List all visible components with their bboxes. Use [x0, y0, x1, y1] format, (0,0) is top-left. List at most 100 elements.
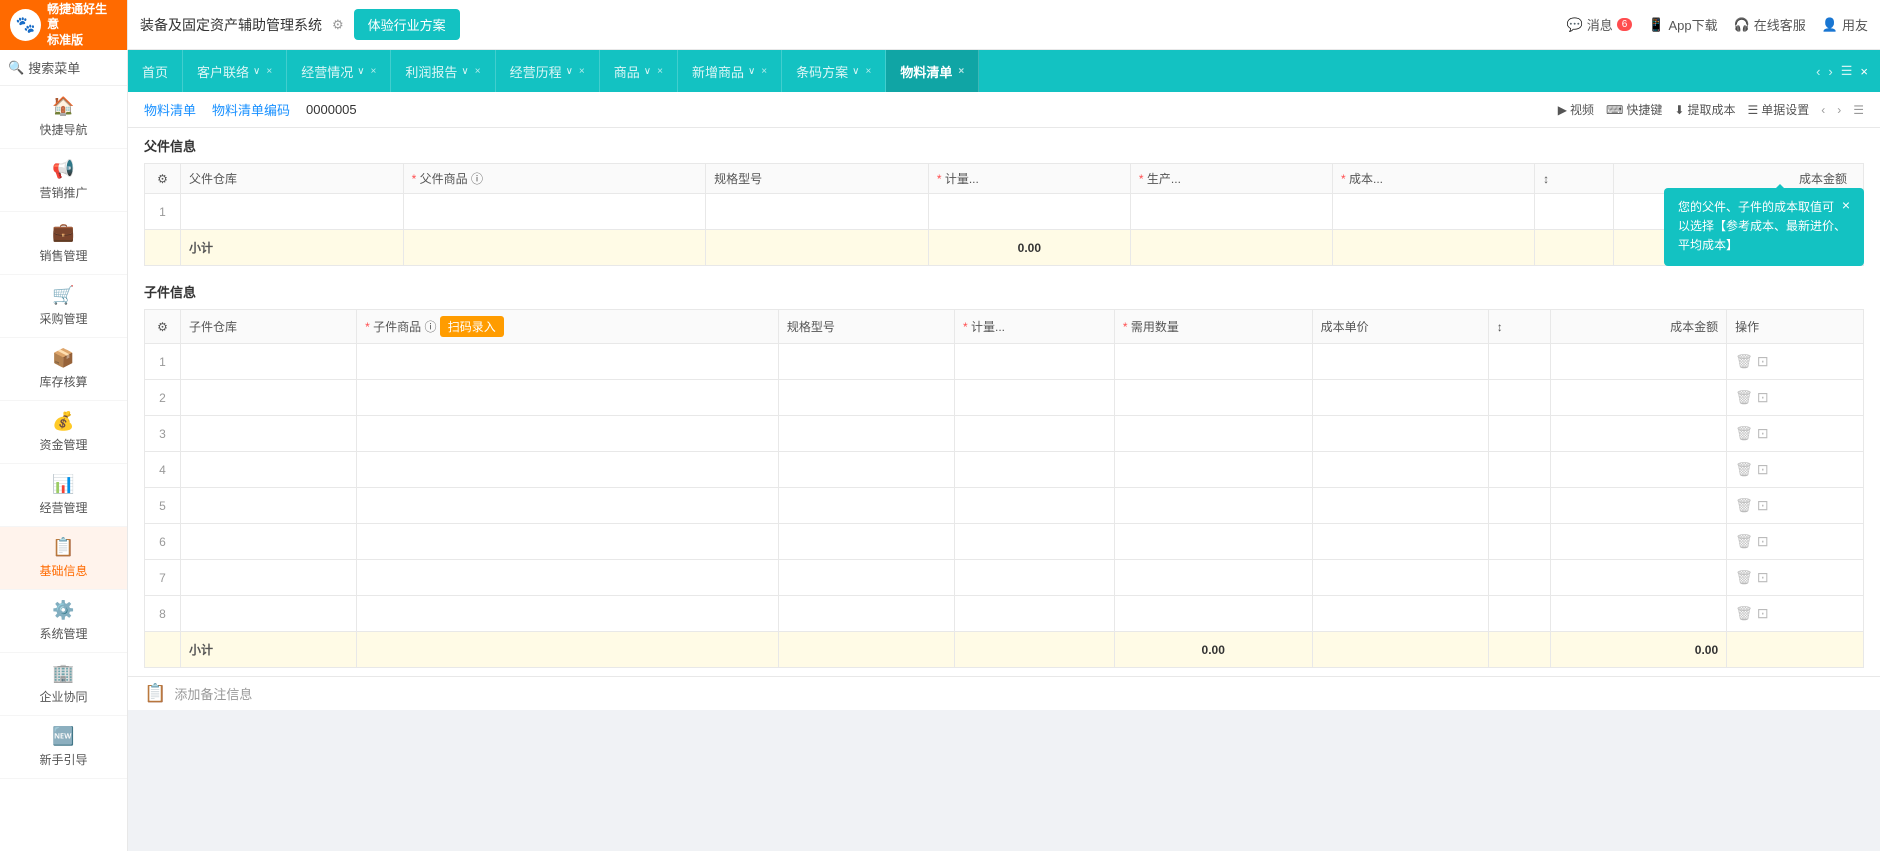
shortcut-button[interactable]: ⌨ 快捷键 [1606, 101, 1662, 118]
list-view-button[interactable]: ☰ [1853, 103, 1864, 117]
child-goods-4[interactable] [357, 452, 779, 488]
extract-cost-button[interactable]: ⬇ 提取成本 [1674, 101, 1735, 118]
copy-icon-7[interactable]: ⊡ [1757, 569, 1769, 586]
child-unit-7[interactable] [954, 560, 1114, 596]
child-needed-qty-5[interactable] [1114, 488, 1312, 524]
tab-goods[interactable]: 商品 ∨ × [600, 50, 678, 92]
child-cost-price-3[interactable] [1312, 416, 1488, 452]
copy-icon-2[interactable]: ⊡ [1757, 389, 1769, 406]
child-unit-4[interactable] [954, 452, 1114, 488]
parent-unit-cell[interactable] [928, 194, 1130, 230]
settings-icon[interactable]: ⚙ [332, 17, 344, 33]
child-spec-2[interactable] [778, 380, 954, 416]
tab-operation-history-close[interactable]: × [579, 66, 585, 77]
tab-home[interactable]: 首页 [128, 50, 183, 92]
child-unit-1[interactable] [954, 344, 1114, 380]
child-goods-1[interactable] [357, 344, 779, 380]
child-goods-5[interactable] [357, 488, 779, 524]
parent-spec-cell[interactable] [706, 194, 929, 230]
copy-icon-5[interactable]: ⊡ [1757, 497, 1769, 514]
tab-operation-status[interactable]: 经营情况 ∨ × [287, 50, 391, 92]
copy-icon-8[interactable]: ⊡ [1757, 605, 1769, 622]
sidebar-item-basic[interactable]: 📋 基础信息 [0, 527, 127, 590]
tab-customers-close[interactable]: × [266, 66, 272, 77]
child-warehouse-7[interactable] [181, 560, 357, 596]
message-button[interactable]: 💬 消息 6 [1567, 15, 1633, 34]
nav-prev-button[interactable]: ‹ [1821, 103, 1825, 117]
sidebar-item-operation[interactable]: 📊 经营管理 [0, 464, 127, 527]
child-needed-qty-4[interactable] [1114, 452, 1312, 488]
child-warehouse-1[interactable] [181, 344, 357, 380]
sidebar-item-inventory[interactable]: 📦 库存核算 [0, 338, 127, 401]
single-settings-button[interactable]: ☰ 单据设置 [1747, 101, 1809, 118]
child-spec-6[interactable] [778, 524, 954, 560]
tab-add-goods[interactable]: 新增商品 ∨ × [678, 50, 782, 92]
child-spec-7[interactable] [778, 560, 954, 596]
child-goods-3[interactable] [357, 416, 779, 452]
parent-production-cell[interactable] [1130, 194, 1332, 230]
user-button[interactable]: 👤 用友 [1822, 15, 1868, 34]
delete-icon-2[interactable]: 🗑 [1735, 389, 1753, 406]
child-unit-3[interactable] [954, 416, 1114, 452]
sidebar-item-marketing[interactable]: 📢 营销推广 [0, 149, 127, 212]
try-industry-button[interactable]: 体验行业方案 [354, 9, 460, 40]
add-note-label[interactable]: 添加备注信息 [174, 684, 252, 703]
child-goods-7[interactable] [357, 560, 779, 596]
sidebar-item-guide[interactable]: 🆕 新手引导 [0, 716, 127, 779]
child-spec-8[interactable] [778, 596, 954, 632]
child-unit-6[interactable] [954, 524, 1114, 560]
search-menu[interactable]: 🔍 搜索菜单 [0, 50, 127, 86]
child-spec-1[interactable] [778, 344, 954, 380]
scan-input-button[interactable]: 扫码录入 [440, 316, 504, 337]
child-warehouse-4[interactable] [181, 452, 357, 488]
tab-barcode-close[interactable]: × [865, 66, 871, 77]
parent-warehouse-cell[interactable] [181, 194, 404, 230]
child-cost-price-1[interactable] [1312, 344, 1488, 380]
tab-close-all[interactable]: × [1856, 64, 1872, 79]
child-goods-6[interactable] [357, 524, 779, 560]
child-unit-5[interactable] [954, 488, 1114, 524]
tab-customers[interactable]: 客户联络 ∨ × [183, 50, 287, 92]
tab-add-goods-close[interactable]: × [761, 66, 767, 77]
child-cost-price-2[interactable] [1312, 380, 1488, 416]
delete-icon-3[interactable]: 🗑 [1735, 425, 1753, 442]
delete-icon-1[interactable]: 🗑 [1735, 353, 1753, 370]
child-warehouse-2[interactable] [181, 380, 357, 416]
sidebar-item-sales[interactable]: 💼 销售管理 [0, 212, 127, 275]
sidebar-item-finance[interactable]: 💰 资金管理 [0, 401, 127, 464]
copy-icon-4[interactable]: ⊡ [1757, 461, 1769, 478]
child-cost-price-5[interactable] [1312, 488, 1488, 524]
child-cost-price-6[interactable] [1312, 524, 1488, 560]
child-unit-8[interactable] [954, 596, 1114, 632]
tab-profit-report[interactable]: 利润报告 ∨ × [391, 50, 495, 92]
tab-nav-next[interactable]: › [1824, 64, 1836, 79]
child-needed-qty-8[interactable] [1114, 596, 1312, 632]
child-spec-3[interactable] [778, 416, 954, 452]
tab-goods-close[interactable]: × [657, 66, 663, 77]
delete-icon-7[interactable]: 🗑 [1735, 569, 1753, 586]
delete-icon-6[interactable]: 🗑 [1735, 533, 1753, 550]
child-warehouse-8[interactable] [181, 596, 357, 632]
tab-menu-icon[interactable]: ☰ [1837, 63, 1857, 79]
tab-bom[interactable]: 物料清单 × [886, 50, 979, 92]
child-cost-price-7[interactable] [1312, 560, 1488, 596]
tab-profit-close[interactable]: × [475, 66, 481, 77]
child-needed-qty-2[interactable] [1114, 380, 1312, 416]
child-needed-qty-1[interactable] [1114, 344, 1312, 380]
child-th-settings[interactable]: ⚙ [145, 310, 181, 344]
parent-goods-cell[interactable] [403, 194, 706, 230]
child-warehouse-3[interactable] [181, 416, 357, 452]
view-button[interactable]: ▶ 视频 [1558, 101, 1594, 118]
copy-icon-1[interactable]: ⊡ [1757, 353, 1769, 370]
child-cost-price-8[interactable] [1312, 596, 1488, 632]
online-service-button[interactable]: 🎧 在线客服 [1734, 15, 1806, 34]
sidebar-item-enterprise[interactable]: 🏢 企业协同 [0, 653, 127, 716]
app-download-button[interactable]: 📱 App下载 [1648, 15, 1717, 34]
child-spec-4[interactable] [778, 452, 954, 488]
child-needed-qty-3[interactable] [1114, 416, 1312, 452]
tab-barcode[interactable]: 条码方案 ∨ × [782, 50, 886, 92]
delete-icon-8[interactable]: 🗑 [1735, 605, 1753, 622]
child-goods-8[interactable] [357, 596, 779, 632]
delete-icon-4[interactable]: 🗑 [1735, 461, 1753, 478]
child-warehouse-6[interactable] [181, 524, 357, 560]
